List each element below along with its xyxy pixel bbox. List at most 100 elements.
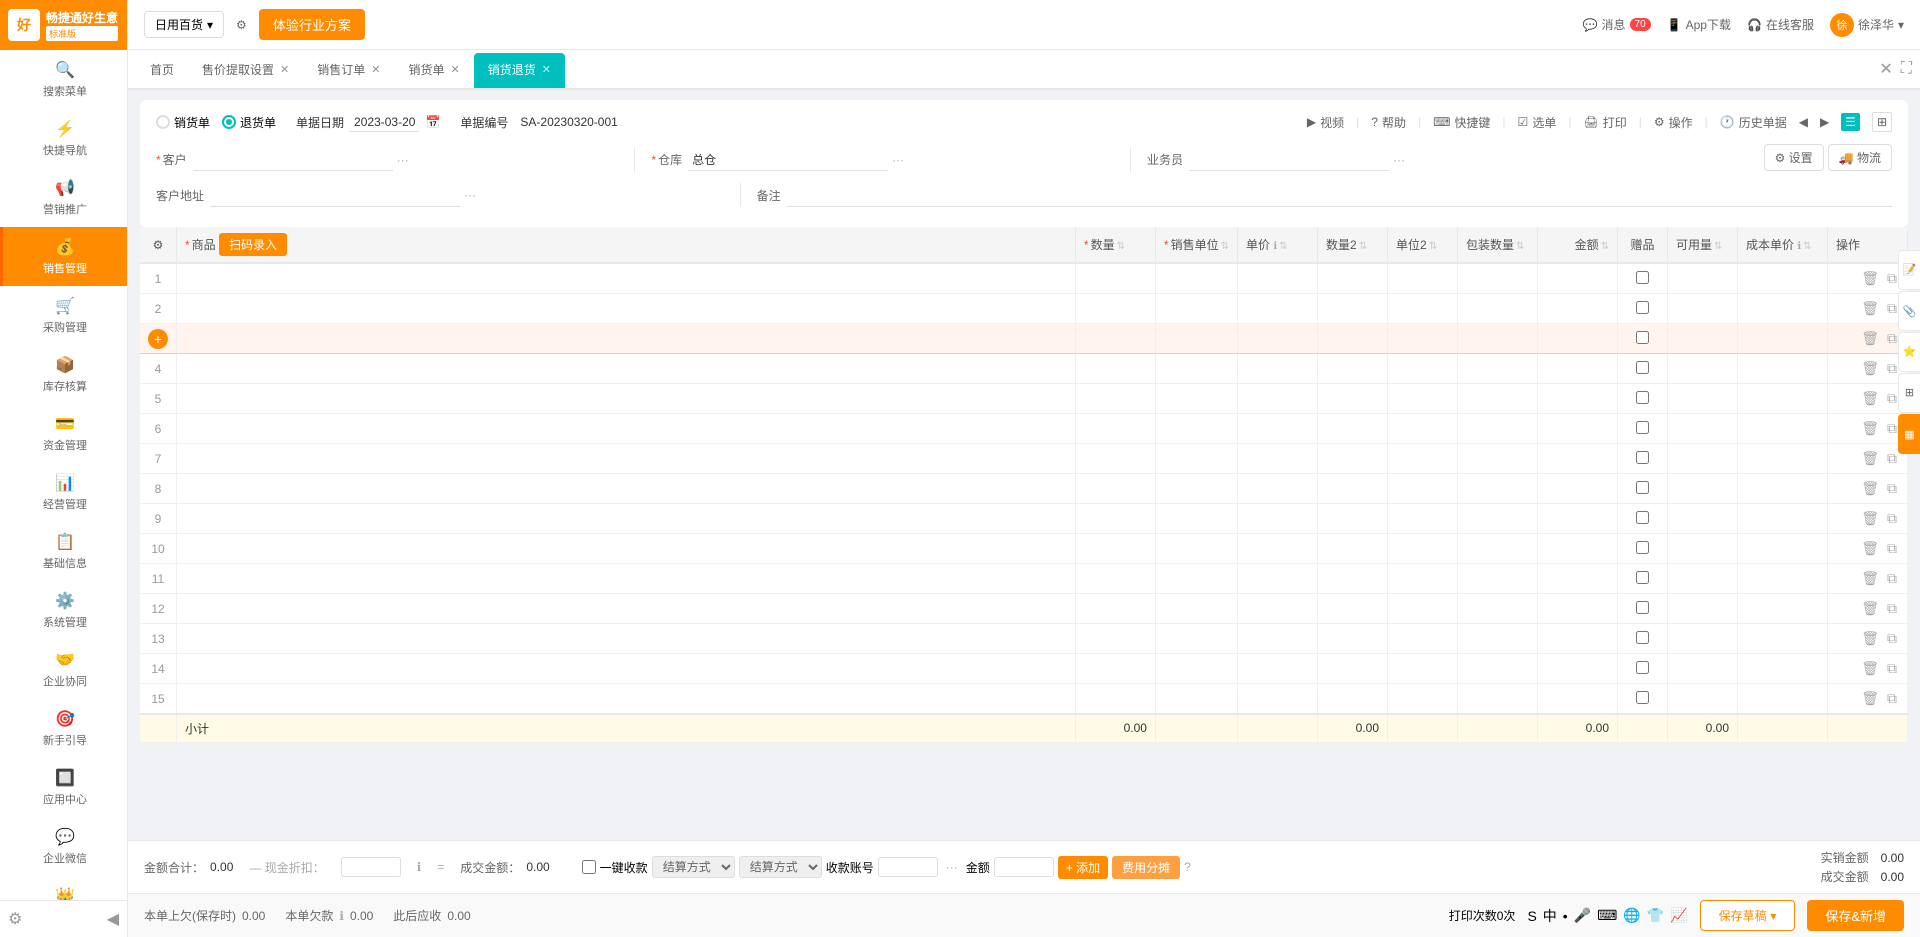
settings-btn[interactable]: ⚙ 设置 (1764, 144, 1824, 171)
delete-row-4-btn[interactable]: 🗑 (1859, 358, 1881, 379)
unit2-cell-1[interactable] (1388, 263, 1458, 294)
delete-row-14-btn[interactable]: 🗑 (1859, 658, 1881, 679)
product-cell-1[interactable] (177, 263, 1076, 294)
tab-close-price-setting[interactable]: ✕ (280, 63, 289, 76)
action-operate[interactable]: ⚙ 操作 (1654, 114, 1693, 131)
tab-close-sales-return[interactable]: ✕ (542, 63, 551, 76)
amount-cell-3[interactable] (1538, 324, 1618, 354)
gift-checkbox-15[interactable] (1636, 691, 1649, 704)
warehouse-input[interactable] (688, 148, 888, 171)
pkgqty-cell-1[interactable] (1458, 263, 1538, 294)
staff-input[interactable] (1189, 148, 1389, 171)
amount-sort-icon[interactable]: ⇅ (1601, 241, 1609, 252)
tab-expand-icon[interactable]: ⛶ (1901, 60, 1912, 78)
save-draft-btn[interactable]: 保存草稿 ▾ (1700, 900, 1796, 931)
sidebar-item-system[interactable]: ⚙️ 系统管理 (0, 581, 127, 640)
delete-row-15-btn[interactable]: 🗑 (1859, 688, 1881, 709)
copy-row-14-btn[interactable]: ⧉ (1885, 658, 1899, 679)
tab-sales-order[interactable]: 销售订单 ✕ (303, 53, 394, 88)
qty-sort-icon[interactable]: ⇅ (1117, 241, 1125, 252)
delete-row-13-btn[interactable]: 🗑 (1859, 628, 1881, 649)
radio-return[interactable]: 退货单 (222, 114, 276, 131)
copy-row-1-btn[interactable]: ⧉ (1885, 268, 1899, 289)
sidebar-item-sales[interactable]: 💰 销售管理 (0, 227, 127, 286)
float-btn-1[interactable]: 📝 (1898, 250, 1920, 290)
gift-checkbox-7[interactable] (1636, 451, 1649, 464)
tab-close-sales-delivery[interactable]: ✕ (451, 63, 460, 76)
online-service-btn[interactable]: 🎧 在线客服 (1747, 16, 1814, 33)
delete-row-10-btn[interactable]: 🗑 (1859, 538, 1881, 559)
amount-cell-1[interactable] (1538, 263, 1618, 294)
sidebar-item-operations[interactable]: 📊 经营管理 (0, 463, 127, 522)
unit-cell-3[interactable] (1155, 324, 1237, 354)
product-cell-2[interactable] (177, 294, 1076, 324)
price-cell-3[interactable] (1238, 324, 1318, 354)
unit2-cell-3[interactable] (1388, 324, 1458, 354)
tab-close-all-icon[interactable]: ✕ (1879, 59, 1892, 79)
this-installment-info[interactable]: ℹ (339, 909, 344, 923)
gift-checkbox-6[interactable] (1636, 421, 1649, 434)
action-help[interactable]: ? 帮助 (1371, 114, 1406, 131)
unit2-sort-icon[interactable]: ⇅ (1429, 241, 1437, 252)
tab-price-setting[interactable]: 售价提取设置 ✕ (188, 53, 303, 88)
scan-btn[interactable]: 扫码录入 (219, 233, 287, 256)
gift-checkbox-8[interactable] (1636, 481, 1649, 494)
gift-checkbox-4[interactable] (1636, 361, 1649, 374)
copy-row-9-btn[interactable]: ⧉ (1885, 508, 1899, 529)
cost-cell-2[interactable] (1738, 294, 1828, 324)
unit-cell-2[interactable] (1155, 294, 1237, 324)
one-click-payment-checkbox[interactable] (582, 860, 596, 874)
add-row-btn[interactable]: + (148, 329, 168, 349)
cost-cell-3[interactable] (1738, 324, 1828, 354)
icon-5[interactable]: ⌨ (1597, 907, 1617, 924)
account-dots-icon[interactable]: ··· (942, 860, 962, 874)
trial-btn[interactable]: 体验行业方案 (259, 9, 365, 40)
pkgqty-cell-3[interactable] (1458, 324, 1538, 354)
delete-row-6-btn[interactable]: 🗑 (1859, 418, 1881, 439)
delete-row-8-btn[interactable]: 🗑 (1859, 478, 1881, 499)
gift-cell-1[interactable] (1618, 263, 1668, 294)
sidebar-item-app-center[interactable]: 🔲 应用中心 (0, 758, 127, 817)
qty-cell-3[interactable] (1075, 324, 1155, 354)
float-btn-3[interactable]: ⭐ (1898, 332, 1920, 372)
icon-6[interactable]: 🌐 (1623, 907, 1640, 924)
icon-2[interactable]: 中 (1543, 906, 1557, 926)
gift-cell-3[interactable] (1618, 324, 1668, 354)
remark-input[interactable] (787, 184, 1892, 207)
summary-method-select[interactable]: 结算方式 (739, 856, 822, 878)
gift-checkbox-9[interactable] (1636, 511, 1649, 524)
product-input-1[interactable] (185, 272, 1067, 286)
qty2-cell-1[interactable] (1318, 263, 1388, 294)
qty-cell-2[interactable] (1075, 294, 1155, 324)
price-cell-2[interactable] (1238, 294, 1318, 324)
pkgqty-cell-2[interactable] (1458, 294, 1538, 324)
gift-checkbox-2[interactable] (1636, 301, 1649, 314)
action-print[interactable]: 🖨 打印 (1583, 114, 1626, 131)
gift-cell-2[interactable] (1618, 294, 1668, 324)
delete-row-7-btn[interactable]: 🗑 (1859, 448, 1881, 469)
action-select[interactable]: ☑ 选单 (1518, 114, 1557, 131)
delete-row-5-btn[interactable]: 🗑 (1859, 388, 1881, 409)
copy-row-7-btn[interactable]: ⧉ (1885, 448, 1899, 469)
avail-cell-3[interactable] (1668, 324, 1738, 354)
app-download-btn[interactable]: 📱 App下载 (1667, 16, 1731, 33)
price-sort-icon[interactable]: ⇅ (1279, 241, 1287, 252)
icon-4[interactable]: 🎤 (1574, 907, 1591, 924)
avail-sort-icon[interactable]: ⇅ (1714, 241, 1722, 252)
avail-cell-2[interactable] (1668, 294, 1738, 324)
address-input[interactable] (210, 184, 460, 207)
topbar-gear-icon[interactable]: ⚙ (236, 18, 247, 32)
float-btn-4[interactable]: ⊞ (1898, 373, 1920, 413)
copy-row-3-btn[interactable]: ⧉ (1885, 328, 1899, 349)
customer-lookup-icon[interactable]: ··· (393, 153, 413, 167)
sidebar-item-member[interactable]: 👑 畅会员 (0, 876, 127, 900)
discount-input[interactable] (341, 857, 401, 877)
split-btn[interactable]: 费用分摊 (1112, 856, 1180, 879)
discount-info-icon[interactable]: ℹ (417, 860, 422, 874)
copy-row-2-btn[interactable]: ⧉ (1885, 298, 1899, 319)
copy-row-4-btn[interactable]: ⧉ (1885, 358, 1899, 379)
customer-input[interactable] (193, 148, 393, 171)
sidebar-item-enterprise[interactable]: 🤝 企业协同 (0, 640, 127, 699)
avail-cell-1[interactable] (1668, 263, 1738, 294)
amount-cell-2[interactable] (1538, 294, 1618, 324)
